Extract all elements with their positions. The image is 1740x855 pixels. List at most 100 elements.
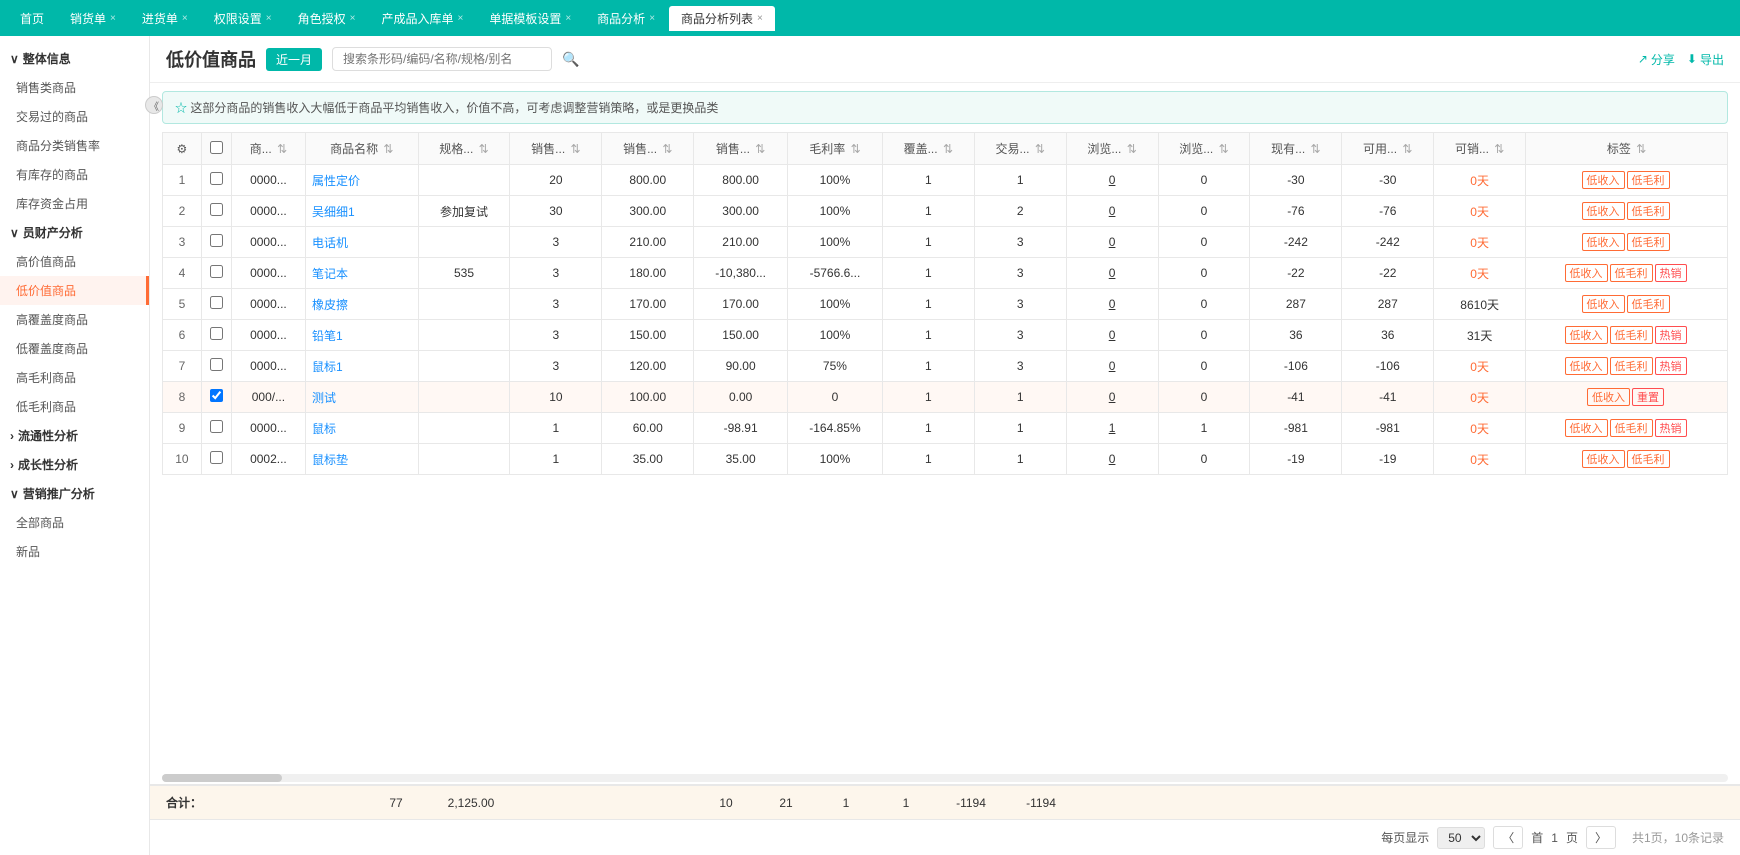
sidebar-item-traded-products[interactable]: 交易过的商品 [0,102,149,131]
sidebar-item-low-margin[interactable]: 低毛利商品 [0,392,149,421]
nav-analysis-close[interactable]: × [649,13,655,24]
col-sellable[interactable]: 可销... ⇅ [1434,133,1526,165]
sidebar-item-stock-products[interactable]: 有库存的商品 [0,160,149,189]
nav-purchaseorder[interactable]: 进货单 × [130,6,200,31]
cell-name[interactable]: 电话机 [306,227,419,258]
export-button[interactable]: ⬇ 导出 [1687,51,1724,68]
nav-analysis-list-close[interactable]: × [757,13,763,24]
col-browse2[interactable]: 浏览... ⇅ [1158,133,1250,165]
search-icon[interactable]: 🔍 [562,51,579,68]
row-checkbox[interactable] [210,420,223,433]
time-filter-button[interactable]: 近一月 [266,48,322,71]
cell-checkbox[interactable] [201,165,231,196]
row-checkbox[interactable] [210,451,223,464]
sidebar-item-sales-products[interactable]: 销售类商品 [0,73,149,102]
col-checkbox[interactable] [201,133,231,165]
cell-checkbox[interactable] [201,444,231,475]
cell-name[interactable]: 属性定价 [306,165,419,196]
sidebar-item-high-margin[interactable]: 高毛利商品 [0,363,149,392]
cell-checkbox[interactable] [201,289,231,320]
cell-checkbox[interactable] [201,351,231,382]
sidebar-group-growth[interactable]: › 成长性分析 [0,450,149,479]
nav-roles[interactable]: 角色授权 × [286,6,368,31]
cell-browse1[interactable]: 0 [1066,351,1158,382]
cell-checkbox[interactable] [201,382,231,413]
nav-roles-close[interactable]: × [350,13,356,24]
sidebar-item-new-products[interactable]: 新品 [0,537,149,566]
cell-name[interactable]: 鼠标1 [306,351,419,382]
nav-analysis[interactable]: 商品分析 × [585,6,667,31]
row-checkbox[interactable] [210,265,223,278]
first-page-button[interactable]: 〈 [1493,826,1523,849]
col-sales-profit[interactable]: 销售... ⇅ [694,133,788,165]
sidebar-item-stock-fund[interactable]: 库存资金占用 [0,189,149,218]
nav-template-close[interactable]: × [565,13,571,24]
nav-analysis-list[interactable]: 商品分析列表 × [669,6,775,31]
cell-name[interactable]: 测试 [306,382,419,413]
horizontal-scrollbar[interactable] [162,774,1728,782]
cell-name[interactable]: 鼠标 [306,413,419,444]
cell-checkbox[interactable] [201,196,231,227]
cell-name[interactable]: 吴细细1 [306,196,419,227]
col-sales-qty[interactable]: 销售... ⇅ [510,133,602,165]
cell-name[interactable]: 铅笔1 [306,320,419,351]
col-settings[interactable]: ⚙ [163,133,202,165]
sidebar-item-low-value[interactable]: 低价值商品 [0,276,149,305]
nav-purchaseorder-close[interactable]: × [182,13,188,24]
cell-checkbox[interactable] [201,320,231,351]
nav-permissions[interactable]: 权限设置 × [202,6,284,31]
sidebar-group-flow[interactable]: › 流通性分析 [0,421,149,450]
search-input[interactable] [332,47,552,71]
page-size-select[interactable]: 50 [1437,827,1485,849]
cell-name[interactable]: 笔记本 [306,258,419,289]
row-checkbox[interactable] [210,203,223,216]
cell-name[interactable]: 鼠标垫 [306,444,419,475]
share-button[interactable]: ↗ 分享 [1638,51,1675,68]
col-available[interactable]: 可用... ⇅ [1342,133,1434,165]
cell-browse1[interactable]: 0 [1066,227,1158,258]
sidebar-collapse-btn[interactable]: 《 [145,96,163,114]
col-tags[interactable]: 标签 ⇅ [1526,133,1728,165]
col-code[interactable]: 商... ⇅ [231,133,305,165]
select-all-checkbox[interactable] [210,141,223,154]
nav-salesorder[interactable]: 销货单 × [58,6,128,31]
cell-browse1[interactable]: 0 [1066,382,1158,413]
cell-checkbox[interactable] [201,413,231,444]
sidebar-item-high-value[interactable]: 高价值商品 [0,247,149,276]
col-sales-amount[interactable]: 销售... ⇅ [602,133,694,165]
col-name[interactable]: 商品名称 ⇅ [306,133,419,165]
cell-checkbox[interactable] [201,258,231,289]
cell-browse1[interactable]: 0 [1066,444,1158,475]
sidebar-item-all-products[interactable]: 全部商品 [0,508,149,537]
cell-browse1[interactable]: 1 [1066,413,1158,444]
cell-browse1[interactable]: 0 [1066,320,1158,351]
nav-permissions-close[interactable]: × [266,13,272,24]
row-checkbox[interactable] [210,296,223,309]
sidebar-item-high-coverage[interactable]: 高覆盖度商品 [0,305,149,334]
cell-checkbox[interactable] [201,227,231,258]
row-checkbox[interactable] [210,327,223,340]
cell-browse1[interactable]: 0 [1066,165,1158,196]
cell-browse1[interactable]: 0 [1066,258,1158,289]
col-browse1[interactable]: 浏览... ⇅ [1066,133,1158,165]
row-checkbox[interactable] [210,172,223,185]
nav-template[interactable]: 单据模板设置 × [477,6,583,31]
sidebar-item-low-coverage[interactable]: 低覆盖度商品 [0,334,149,363]
nav-warehouse[interactable]: 产成品入库单 × [369,6,475,31]
col-trade[interactable]: 交易... ⇅ [974,133,1066,165]
cell-name[interactable]: 橡皮擦 [306,289,419,320]
col-coverage[interactable]: 覆盖... ⇅ [882,133,974,165]
nav-warehouse-close[interactable]: × [457,13,463,24]
col-current-stock[interactable]: 现有... ⇅ [1250,133,1342,165]
row-checkbox[interactable] [210,389,223,402]
sidebar-item-category-sales[interactable]: 商品分类销售率 [0,131,149,160]
col-margin[interactable]: 毛利率 ⇅ [788,133,883,165]
next-page-button[interactable]: 〉 [1586,826,1616,849]
row-checkbox[interactable] [210,234,223,247]
row-checkbox[interactable] [210,358,223,371]
scroll-thumb[interactable] [162,774,282,782]
cell-browse1[interactable]: 0 [1066,196,1158,227]
nav-salesorder-close[interactable]: × [110,13,116,24]
col-spec[interactable]: 规格... ⇅ [418,133,510,165]
cell-browse1[interactable]: 0 [1066,289,1158,320]
